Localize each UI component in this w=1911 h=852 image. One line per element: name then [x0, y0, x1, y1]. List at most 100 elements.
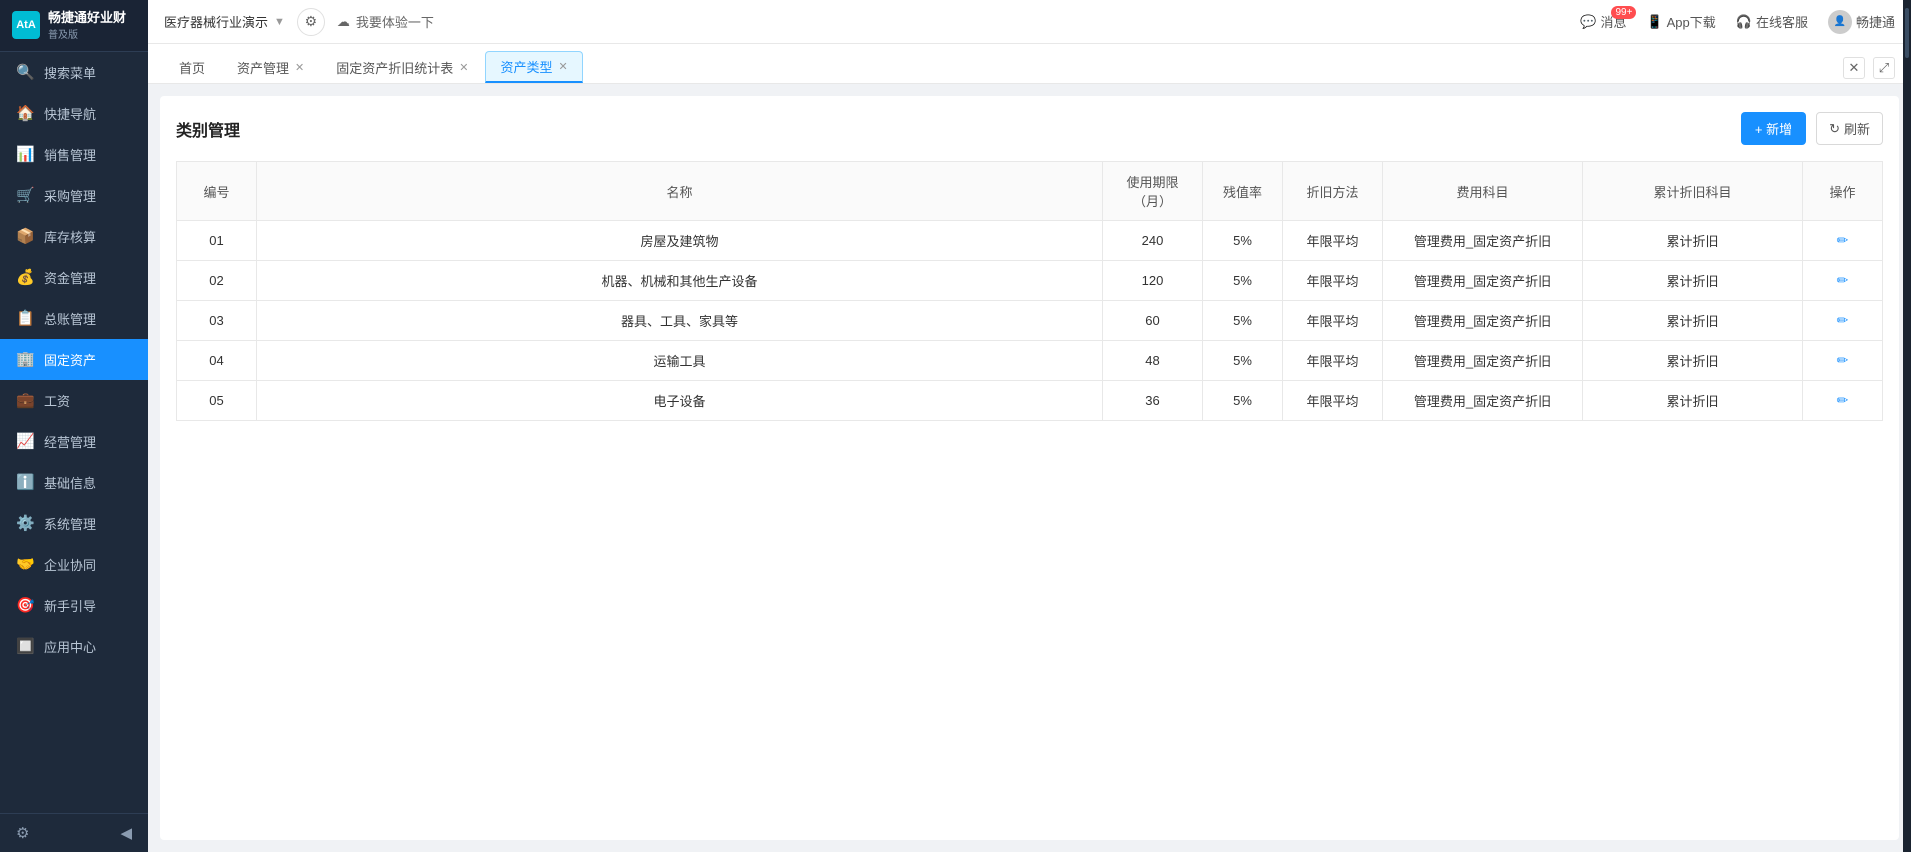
sidebar-item-operations[interactable]: 📈 经营管理 [0, 421, 148, 462]
table-row: 02 机器、机械和其他生产设备 120 5% 年限平均 管理费用_固定资产折旧 … [177, 261, 1883, 301]
cell-residual: 5% [1203, 221, 1283, 261]
new-button[interactable]: + 新增 [1741, 112, 1806, 145]
collapse-icon[interactable]: ◀ [120, 824, 132, 842]
sidebar-item-label: 库存核算 [44, 227, 96, 246]
app-title: 畅捷通好业财 [48, 10, 126, 26]
cell-residual: 5% [1203, 341, 1283, 381]
sales-icon: 📊 [16, 145, 34, 163]
basic-icon: ℹ️ [16, 473, 34, 491]
fixed-assets-icon: 🏢 [16, 350, 34, 368]
cell-accum: 累计折旧 [1583, 261, 1803, 301]
tab-asset-mgmt-label: 资产管理 [237, 58, 289, 77]
categories-table: 编号 名称 使用期限（月） 残值率 折旧方法 费用科目 累计折旧科目 操作 01… [176, 161, 1883, 421]
table-row: 03 器具、工具、家具等 60 5% 年限平均 管理费用_固定资产折旧 累计折旧… [177, 301, 1883, 341]
cell-method: 年限平均 [1283, 221, 1383, 261]
edit-button[interactable]: ✏ [1837, 392, 1849, 408]
message-action[interactable]: 💬 消息 99 [1580, 12, 1626, 31]
sidebar-item-capital[interactable]: 💰 资金管理 [0, 257, 148, 298]
edit-button[interactable]: ✏ [1837, 352, 1849, 368]
sidebar-item-ledger[interactable]: 📋 总账管理 [0, 298, 148, 339]
tab-asset-mgmt[interactable]: 资产管理 ✕ [222, 51, 319, 83]
support-action[interactable]: 🎧 在线客服 [1736, 12, 1808, 31]
cell-code: 01 [177, 221, 257, 261]
sidebar-item-label: 基础信息 [44, 473, 96, 492]
inventory-icon: 📦 [16, 227, 34, 245]
cell-expense: 管理费用_固定资产折旧 [1383, 341, 1583, 381]
headset-icon: 🎧 [1736, 14, 1752, 30]
settings-button[interactable]: ⚙ [297, 8, 325, 36]
tabbar: 首页 资产管理 ✕ 固定资产折旧统计表 ✕ 资产类型 ✕ ✕ ⤢ [148, 44, 1911, 84]
purchase-icon: 🛒 [16, 186, 34, 204]
sidebar-item-quicknav[interactable]: 🏠 快捷导航 [0, 93, 148, 134]
sidebar-item-guide[interactable]: 🎯 新手引导 [0, 585, 148, 626]
edit-button[interactable]: ✏ [1837, 272, 1849, 288]
cell-residual: 5% [1203, 261, 1283, 301]
app-download-label: App下载 [1667, 12, 1716, 31]
edit-button[interactable]: ✏ [1837, 312, 1849, 328]
sidebar-item-payroll[interactable]: 💼 工资 [0, 380, 148, 421]
app-download-action[interactable]: 📱 App下载 [1646, 12, 1715, 31]
company-selector[interactable]: 医疗器械行业演示 ▼ [164, 12, 285, 31]
sidebar-item-label: 固定资产 [44, 350, 96, 369]
tab-asset-type[interactable]: 资产类型 ✕ [485, 51, 582, 83]
system-icon: ⚙️ [16, 514, 34, 532]
cell-accum: 累计折旧 [1583, 341, 1803, 381]
cell-name: 房屋及建筑物 [257, 221, 1103, 261]
main-content: 医疗器械行业演示 ▼ ⚙ ☁ 我要体验一下 💬 消息 99 📱 App下载 [148, 0, 1911, 852]
sidebar-item-label: 系统管理 [44, 514, 96, 533]
refresh-button[interactable]: ↻ 刷新 [1816, 112, 1883, 145]
cell-action: ✏ [1803, 381, 1883, 421]
cell-expense: 管理费用_固定资产折旧 [1383, 381, 1583, 421]
sidebar-item-collab[interactable]: 🤝 企业协同 [0, 544, 148, 585]
cell-accum: 累计折旧 [1583, 301, 1803, 341]
col-header-method: 折旧方法 [1283, 162, 1383, 221]
settings-icon[interactable]: ⚙ [16, 824, 29, 842]
close-tab-asset-mgmt[interactable]: ✕ [295, 61, 304, 74]
sidebar-footer: ⚙ ◀ [0, 813, 148, 852]
tab-depreciation-label: 固定资产折旧统计表 [336, 58, 453, 77]
close-tab-depreciation[interactable]: ✕ [459, 61, 468, 74]
sidebar-item-label: 工资 [44, 391, 70, 410]
experience-button[interactable]: ☁ 我要体验一下 [337, 12, 434, 31]
cell-period: 120 [1103, 261, 1203, 301]
col-header-expense: 费用科目 [1383, 162, 1583, 221]
tab-depreciation[interactable]: 固定资产折旧统计表 ✕ [321, 51, 483, 83]
cell-expense: 管理费用_固定资产折旧 [1383, 301, 1583, 341]
cloud-icon: ☁ [337, 14, 350, 30]
cell-code: 02 [177, 261, 257, 301]
sidebar-item-purchase[interactable]: 🛒 采购管理 [0, 175, 148, 216]
cell-code: 03 [177, 301, 257, 341]
col-header-name: 名称 [257, 162, 1103, 221]
cell-name: 机器、机械和其他生产设备 [257, 261, 1103, 301]
mobile-icon: 📱 [1646, 14, 1662, 30]
sidebar-item-sales[interactable]: 📊 销售管理 [0, 134, 148, 175]
sidebar-item-inventory[interactable]: 📦 库存核算 [0, 216, 148, 257]
search-icon: 🔍 [16, 63, 34, 81]
company-name: 医疗器械行业演示 [164, 12, 268, 31]
sidebar-scrollbar[interactable] [1903, 0, 1911, 852]
cell-period: 240 [1103, 221, 1203, 261]
close-tab-asset-type[interactable]: ✕ [559, 60, 568, 73]
expand-window-button[interactable]: ⤢ [1873, 57, 1895, 79]
close-window-button[interactable]: ✕ [1843, 57, 1865, 79]
sidebar-item-fixed-assets[interactable]: 🏢 固定资产 [0, 339, 148, 380]
edit-button[interactable]: ✏ [1837, 232, 1849, 248]
sidebar-item-system[interactable]: ⚙️ 系统管理 [0, 503, 148, 544]
ledger-icon: 📋 [16, 309, 34, 327]
sidebar-item-appcenter[interactable]: 🔲 应用中心 [0, 626, 148, 667]
experience-label: 我要体验一下 [356, 12, 434, 31]
sidebar-item-label: 资金管理 [44, 268, 96, 287]
sidebar-item-search[interactable]: 🔍 搜索菜单 [0, 52, 148, 93]
sidebar-item-label: 企业协同 [44, 555, 96, 574]
app-logo: AtA [12, 11, 40, 39]
tab-home[interactable]: 首页 [164, 51, 220, 83]
scrollbar-thumb [1905, 8, 1909, 58]
message-badge: 99 [1611, 6, 1636, 19]
sidebar-item-basic[interactable]: ℹ️ 基础信息 [0, 462, 148, 503]
cell-method: 年限平均 [1283, 301, 1383, 341]
user-action[interactable]: 👤 畅捷通 [1828, 10, 1895, 34]
cell-action: ✏ [1803, 301, 1883, 341]
appcenter-icon: 🔲 [16, 637, 34, 655]
gear-icon: ⚙ [305, 13, 318, 30]
cell-code: 05 [177, 381, 257, 421]
